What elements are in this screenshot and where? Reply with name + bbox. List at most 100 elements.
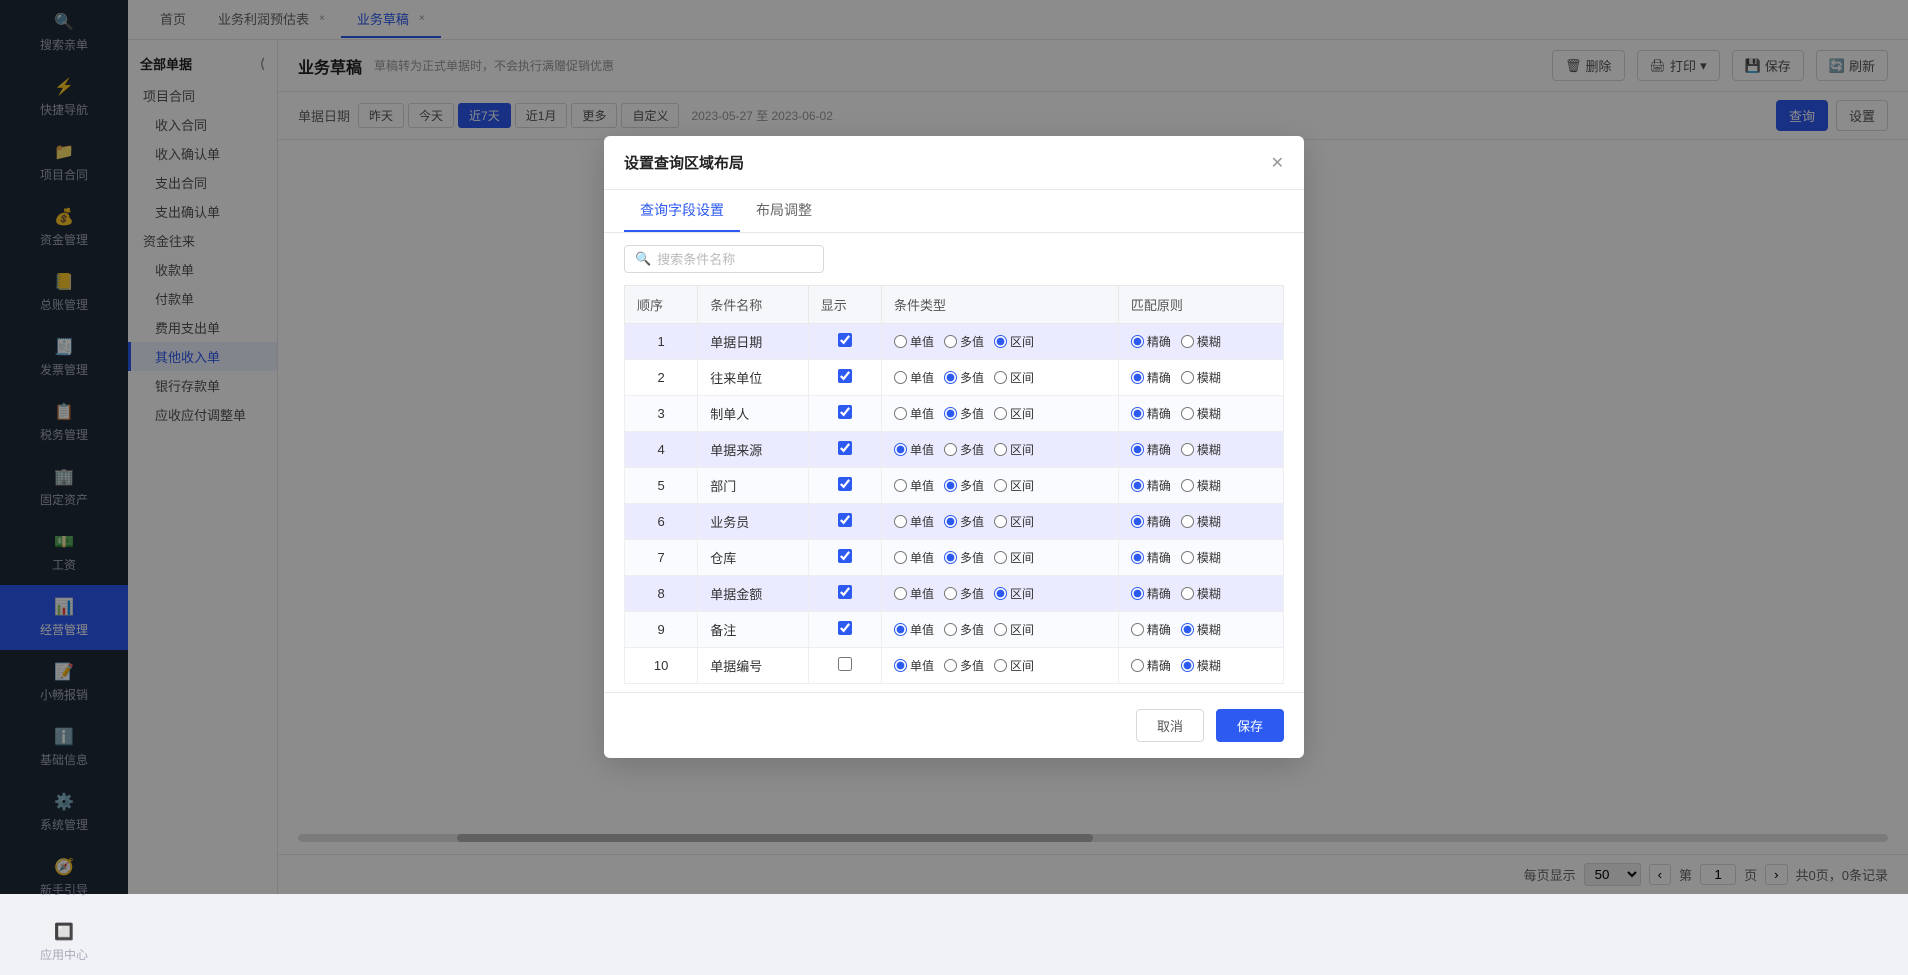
match-exact-radio-9[interactable] xyxy=(1131,623,1144,636)
type-range-label-5[interactable]: 区间 xyxy=(994,477,1034,494)
type-range-radio-6[interactable] xyxy=(994,515,1007,528)
match-fuzzy-radio-1[interactable] xyxy=(1181,335,1194,348)
match-exact-radio-6[interactable] xyxy=(1131,515,1144,528)
match-exact-label-6[interactable]: 精确 xyxy=(1131,513,1171,530)
type-single-label-5[interactable]: 单值 xyxy=(894,477,934,494)
type-multi-radio-9[interactable] xyxy=(944,623,957,636)
type-single-label-6[interactable]: 单值 xyxy=(894,513,934,530)
type-single-label-3[interactable]: 单值 xyxy=(894,405,934,422)
match-exact-radio-3[interactable] xyxy=(1131,407,1144,420)
type-range-radio-2[interactable] xyxy=(994,371,1007,384)
type-range-radio-5[interactable] xyxy=(994,479,1007,492)
show-checkbox-1[interactable] xyxy=(838,333,852,347)
type-single-radio-1[interactable] xyxy=(894,335,907,348)
match-exact-label-7[interactable]: 精确 xyxy=(1131,549,1171,566)
cancel-button[interactable]: 取消 xyxy=(1136,709,1204,742)
type-multi-label-9[interactable]: 多值 xyxy=(944,621,984,638)
show-checkbox-4[interactable] xyxy=(838,441,852,455)
type-multi-radio-10[interactable] xyxy=(944,659,957,672)
type-single-radio-9[interactable] xyxy=(894,623,907,636)
show-checkbox-10[interactable] xyxy=(838,657,852,671)
condition-search-input[interactable] xyxy=(657,252,807,267)
match-exact-radio-1[interactable] xyxy=(1131,335,1144,348)
modal-overlay[interactable]: 设置查询区域布局 ✕ 查询字段设置 布局调整 🔍 顺序 条件名称 显示 xyxy=(0,0,1908,894)
type-multi-radio-1[interactable] xyxy=(944,335,957,348)
type-multi-label-10[interactable]: 多值 xyxy=(944,657,984,674)
match-fuzzy-radio-3[interactable] xyxy=(1181,407,1194,420)
type-multi-label-6[interactable]: 多值 xyxy=(944,513,984,530)
match-exact-radio-10[interactable] xyxy=(1131,659,1144,672)
match-fuzzy-label-1[interactable]: 模糊 xyxy=(1181,333,1221,350)
type-range-label-10[interactable]: 区间 xyxy=(994,657,1034,674)
match-exact-label-10[interactable]: 精确 xyxy=(1131,657,1171,674)
type-single-radio-8[interactable] xyxy=(894,587,907,600)
match-fuzzy-radio-5[interactable] xyxy=(1181,479,1194,492)
match-fuzzy-label-7[interactable]: 模糊 xyxy=(1181,549,1221,566)
match-exact-label-1[interactable]: 精确 xyxy=(1131,333,1171,350)
sidebar-item-appstore[interactable]: 🔲应用中心 xyxy=(0,910,128,975)
match-fuzzy-radio-9[interactable] xyxy=(1181,623,1194,636)
show-checkbox-9[interactable] xyxy=(838,621,852,635)
match-fuzzy-label-2[interactable]: 模糊 xyxy=(1181,369,1221,386)
type-range-label-9[interactable]: 区间 xyxy=(994,621,1034,638)
show-checkbox-7[interactable] xyxy=(838,549,852,563)
type-range-label-3[interactable]: 区间 xyxy=(994,405,1034,422)
type-multi-radio-8[interactable] xyxy=(944,587,957,600)
type-single-radio-10[interactable] xyxy=(894,659,907,672)
type-range-label-1[interactable]: 区间 xyxy=(994,333,1034,350)
type-multi-label-7[interactable]: 多值 xyxy=(944,549,984,566)
show-checkbox-6[interactable] xyxy=(838,513,852,527)
modal-save-button[interactable]: 保存 xyxy=(1216,709,1284,742)
type-single-label-8[interactable]: 单值 xyxy=(894,585,934,602)
match-fuzzy-radio-8[interactable] xyxy=(1181,587,1194,600)
type-multi-label-4[interactable]: 多值 xyxy=(944,441,984,458)
match-exact-label-4[interactable]: 精确 xyxy=(1131,441,1171,458)
type-range-radio-8[interactable] xyxy=(994,587,1007,600)
type-range-radio-3[interactable] xyxy=(994,407,1007,420)
match-exact-label-3[interactable]: 精确 xyxy=(1131,405,1171,422)
type-single-label-4[interactable]: 单值 xyxy=(894,441,934,458)
match-exact-radio-7[interactable] xyxy=(1131,551,1144,564)
tab-field-settings[interactable]: 查询字段设置 xyxy=(624,190,740,232)
type-multi-radio-5[interactable] xyxy=(944,479,957,492)
match-fuzzy-radio-2[interactable] xyxy=(1181,371,1194,384)
tab-layout[interactable]: 布局调整 xyxy=(740,190,828,232)
type-single-label-7[interactable]: 单值 xyxy=(894,549,934,566)
match-fuzzy-label-5[interactable]: 模糊 xyxy=(1181,477,1221,494)
match-fuzzy-radio-6[interactable] xyxy=(1181,515,1194,528)
show-checkbox-8[interactable] xyxy=(838,585,852,599)
type-single-radio-3[interactable] xyxy=(894,407,907,420)
type-multi-radio-4[interactable] xyxy=(944,443,957,456)
type-multi-label-3[interactable]: 多值 xyxy=(944,405,984,422)
match-exact-radio-2[interactable] xyxy=(1131,371,1144,384)
match-fuzzy-radio-10[interactable] xyxy=(1181,659,1194,672)
type-single-radio-2[interactable] xyxy=(894,371,907,384)
type-single-label-9[interactable]: 单值 xyxy=(894,621,934,638)
match-fuzzy-label-6[interactable]: 模糊 xyxy=(1181,513,1221,530)
type-range-label-6[interactable]: 区间 xyxy=(994,513,1034,530)
show-checkbox-2[interactable] xyxy=(838,369,852,383)
type-range-label-8[interactable]: 区间 xyxy=(994,585,1034,602)
match-exact-radio-5[interactable] xyxy=(1131,479,1144,492)
type-multi-label-2[interactable]: 多值 xyxy=(944,369,984,386)
type-multi-radio-6[interactable] xyxy=(944,515,957,528)
type-single-radio-4[interactable] xyxy=(894,443,907,456)
match-fuzzy-label-9[interactable]: 模糊 xyxy=(1181,621,1221,638)
match-exact-radio-8[interactable] xyxy=(1131,587,1144,600)
type-single-label-1[interactable]: 单值 xyxy=(894,333,934,350)
type-single-radio-6[interactable] xyxy=(894,515,907,528)
match-fuzzy-label-3[interactable]: 模糊 xyxy=(1181,405,1221,422)
type-single-radio-7[interactable] xyxy=(894,551,907,564)
type-range-label-7[interactable]: 区间 xyxy=(994,549,1034,566)
match-fuzzy-label-8[interactable]: 模糊 xyxy=(1181,585,1221,602)
show-checkbox-3[interactable] xyxy=(838,405,852,419)
type-multi-radio-3[interactable] xyxy=(944,407,957,420)
match-exact-label-9[interactable]: 精确 xyxy=(1131,621,1171,638)
type-range-label-2[interactable]: 区间 xyxy=(994,369,1034,386)
match-fuzzy-radio-4[interactable] xyxy=(1181,443,1194,456)
type-range-radio-4[interactable] xyxy=(994,443,1007,456)
type-single-label-2[interactable]: 单值 xyxy=(894,369,934,386)
type-single-label-10[interactable]: 单值 xyxy=(894,657,934,674)
match-exact-label-5[interactable]: 精确 xyxy=(1131,477,1171,494)
match-exact-label-2[interactable]: 精确 xyxy=(1131,369,1171,386)
